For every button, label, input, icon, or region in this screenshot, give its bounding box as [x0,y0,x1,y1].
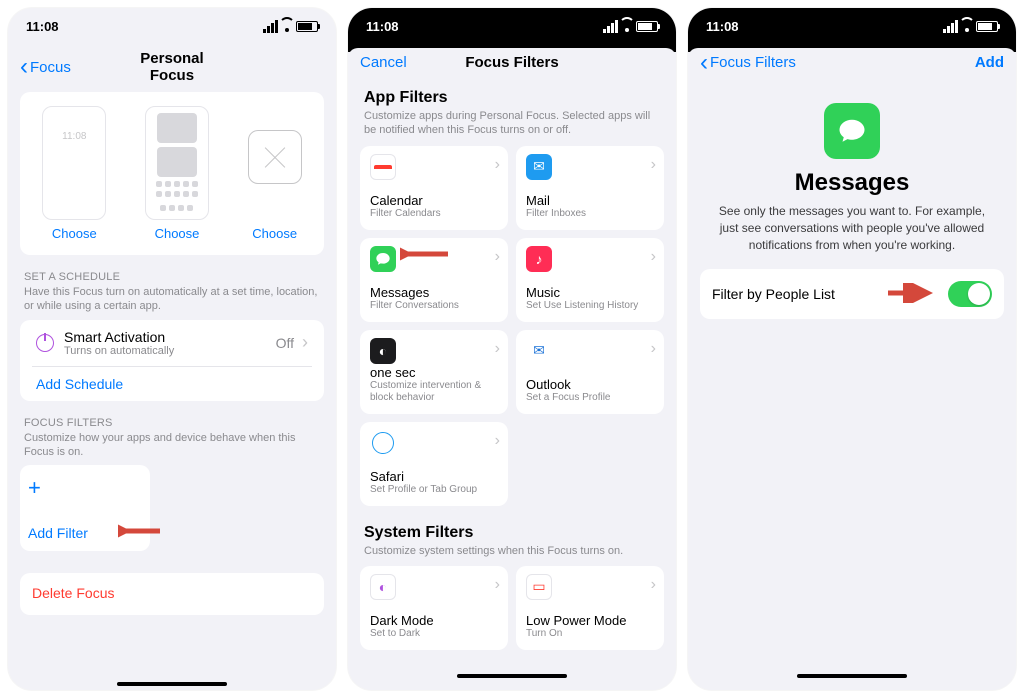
annotation-arrow [400,244,450,264]
system-filters-label: System Filters [364,524,660,542]
calendar-icon [370,154,396,180]
tile-calendar[interactable]: › Calendar Filter Calendars [360,146,508,230]
status-bar: 11:08 [8,8,336,44]
choose-watch[interactable]: Choose [252,226,297,241]
wifi-icon [620,19,634,33]
filters-desc: Customize how your apps and device behav… [24,431,320,460]
nav-title: Focus Filters [461,54,562,71]
nav-bar: Focus Personal Focus [8,44,336,92]
back-button[interactable]: Focus [20,59,121,76]
chevron-right-icon: › [651,156,656,174]
plus-icon: + [28,475,142,501]
add-filter-card[interactable]: + Add Filter [20,465,150,551]
messages-app-icon [824,103,880,159]
filter-toggle-row[interactable]: Filter by People List [712,269,992,319]
outlook-icon: ✉ [526,338,552,364]
tile-music[interactable]: ♪ › Music Set Use Listening History [516,238,664,322]
page-title: Messages [688,169,1016,197]
chevron-right-icon: › [651,340,656,358]
tile-low-power[interactable]: ▭ › Low Power Mode Turn On [516,566,664,650]
mail-icon: ✉ [526,154,552,180]
lock-screen-preview[interactable]: 11:08 [42,106,106,220]
screen-previews: 11:08 Choose Choose Choose [26,102,318,247]
phone-focus-filters: 11:08 Cancel Focus Filters App Filters C… [348,8,676,690]
phone-messages-filter: 11:08 Focus Filters Add Messages See onl… [688,8,1016,690]
system-filters-desc: Customize system settings when this Focu… [364,544,660,558]
choose-lock[interactable]: Choose [52,226,97,241]
signal-icon [263,20,278,33]
filter-toggle-switch[interactable] [948,281,992,307]
safari-icon [370,430,396,456]
filters-label: FOCUS FILTERS [24,417,320,429]
tile-messages[interactable]: › Messages Filter Conversations [360,238,508,322]
schedule-desc: Have this Focus turn on automatically at… [24,285,320,314]
battery-icon [296,21,318,32]
chevron-right-icon: › [495,576,500,594]
smart-activation-row[interactable]: Smart Activation Turns on automatically … [32,320,312,366]
home-indicator[interactable] [797,674,907,678]
page-description: See only the messages you want to. For e… [688,197,1016,269]
wifi-icon [960,19,974,33]
battery-icon [636,21,658,32]
home-indicator[interactable] [457,674,567,678]
home-indicator[interactable] [117,682,227,686]
chevron-right-icon: › [651,248,656,266]
app-filters-label: App Filters [364,89,660,107]
status-bar: 11:08 [688,8,1016,44]
signal-icon [943,20,958,33]
dark-mode-icon: ◐ [370,574,396,600]
music-icon: ♪ [526,246,552,272]
chevron-right-icon: › [495,156,500,174]
status-time: 11:08 [366,19,399,34]
choose-home[interactable]: Choose [155,226,200,241]
signal-icon [603,20,618,33]
add-schedule-row[interactable]: Add Schedule [32,366,312,401]
delete-focus-button[interactable]: Delete Focus [32,585,114,601]
battery-icon [976,21,998,32]
chevron-right-icon: › [651,576,656,594]
wifi-icon [280,19,294,33]
status-time: 11:08 [26,19,59,34]
watch-face-preview[interactable] [248,130,302,184]
onesec-icon: ◐ [370,338,396,364]
phone-personal-focus: 11:08 Focus Personal Focus 11:08 Choose [8,8,336,690]
home-screen-preview[interactable] [145,106,209,220]
chevron-right-icon: › [495,248,500,266]
tile-mail[interactable]: ✉ › Mail Filter Inboxes [516,146,664,230]
add-button[interactable]: Add [852,54,1004,71]
tile-onesec[interactable]: ◐ › one sec Customize intervention & blo… [360,330,508,414]
nav-title: Personal Focus [121,50,222,84]
cancel-button[interactable]: Cancel [360,54,461,71]
tile-dark-mode[interactable]: ◐ › Dark Mode Set to Dark [360,566,508,650]
schedule-label: SET A SCHEDULE [24,271,320,283]
back-button[interactable]: Focus Filters [700,54,852,71]
tile-outlook[interactable]: ✉ › Outlook Set a Focus Profile [516,330,664,414]
low-power-icon: ▭ [526,574,552,600]
messages-icon [370,246,396,272]
chevron-right-icon: › [495,340,500,358]
chevron-right-icon: › [495,432,500,450]
app-filters-desc: Customize apps during Personal Focus. Se… [364,109,660,138]
power-icon [36,334,54,352]
status-time: 11:08 [706,19,739,34]
status-bar: 11:08 [348,8,676,44]
tile-safari[interactable]: › Safari Set Profile or Tab Group [360,422,508,506]
